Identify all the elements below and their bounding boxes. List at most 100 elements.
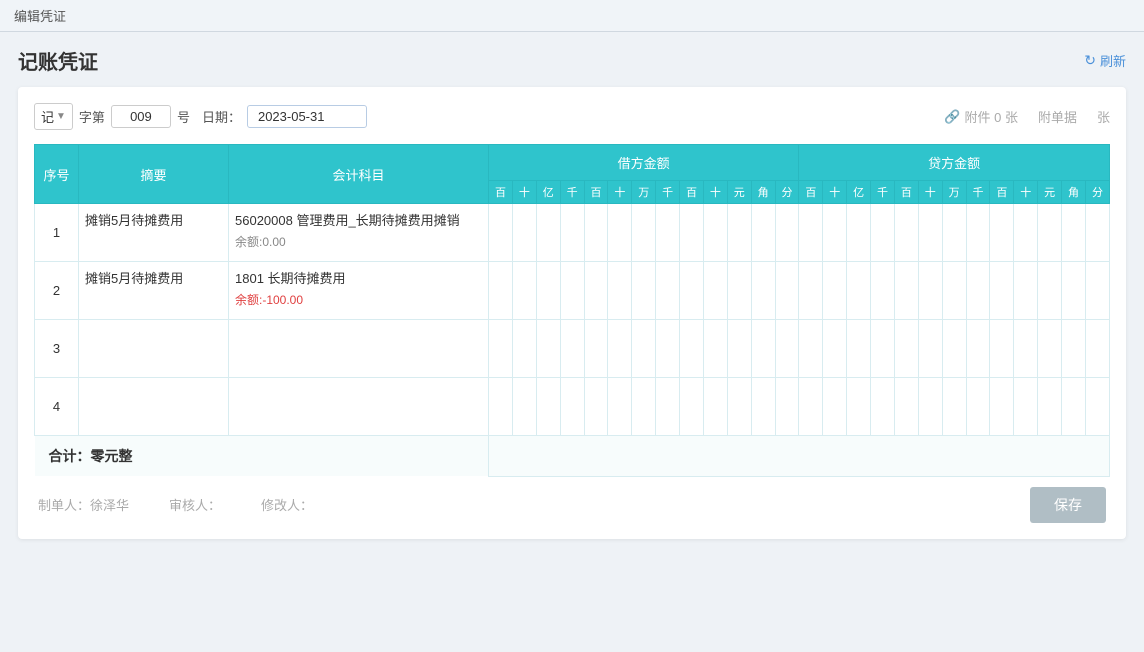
ji-select[interactable]: 记 ▼	[34, 103, 73, 130]
debit-digit-10[interactable]	[703, 320, 727, 378]
debit-digit-11[interactable]	[727, 320, 751, 378]
credit-digit-8[interactable]	[966, 320, 990, 378]
debit-digit-10[interactable]	[703, 262, 727, 320]
credit-digit-1[interactable]	[799, 204, 823, 262]
fudan-link[interactable]: 附单据	[1038, 107, 1077, 126]
credit-digit-2[interactable]	[823, 320, 847, 378]
debit-digit-2[interactable]	[512, 262, 536, 320]
credit-digit-8[interactable]	[966, 262, 990, 320]
debit-digit-11[interactable]	[727, 378, 751, 436]
credit-digit-4[interactable]	[871, 204, 895, 262]
credit-digit-11[interactable]	[1038, 262, 1062, 320]
credit-digit-8[interactable]	[966, 204, 990, 262]
credit-digit-3[interactable]	[847, 320, 871, 378]
voucher-number-input[interactable]	[111, 105, 171, 128]
credit-digit-4[interactable]	[871, 320, 895, 378]
credit-digit-13[interactable]	[1085, 262, 1109, 320]
debit-digit-6[interactable]	[608, 320, 632, 378]
credit-digit-6[interactable]	[918, 204, 942, 262]
credit-digit-1[interactable]	[799, 262, 823, 320]
credit-digit-8[interactable]	[966, 378, 990, 436]
credit-digit-1[interactable]	[799, 378, 823, 436]
credit-digit-1[interactable]	[799, 320, 823, 378]
debit-digit-10[interactable]	[703, 204, 727, 262]
seq-cell[interactable]: 3	[35, 320, 79, 378]
credit-digit-2[interactable]	[823, 378, 847, 436]
credit-digit-12[interactable]	[1062, 204, 1086, 262]
credit-digit-13[interactable]	[1085, 378, 1109, 436]
attach-link[interactable]: 🔗 附件 0 张	[944, 107, 1018, 126]
save-button[interactable]: 保存	[1030, 487, 1106, 523]
debit-digit-5[interactable]	[584, 378, 608, 436]
date-input[interactable]	[247, 105, 367, 128]
debit-digit-12[interactable]	[751, 320, 775, 378]
credit-digit-7[interactable]	[942, 204, 966, 262]
credit-digit-3[interactable]	[847, 204, 871, 262]
debit-digit-7[interactable]	[632, 262, 656, 320]
credit-digit-10[interactable]	[1014, 378, 1038, 436]
account-cell[interactable]: 1801 长期待摊费用余额:-100.00	[229, 262, 489, 320]
credit-digit-4[interactable]	[871, 378, 895, 436]
credit-digit-2[interactable]	[823, 204, 847, 262]
debit-digit-8[interactable]	[656, 204, 680, 262]
credit-digit-5[interactable]	[894, 204, 918, 262]
debit-digit-4[interactable]	[560, 378, 584, 436]
credit-digit-11[interactable]	[1038, 320, 1062, 378]
debit-digit-11[interactable]	[727, 262, 751, 320]
debit-digit-1[interactable]	[489, 320, 513, 378]
refresh-button[interactable]: ↻ 刷新	[1084, 51, 1126, 70]
credit-digit-3[interactable]	[847, 262, 871, 320]
credit-digit-9[interactable]	[990, 378, 1014, 436]
credit-digit-3[interactable]	[847, 378, 871, 436]
debit-digit-2[interactable]	[512, 204, 536, 262]
debit-digit-1[interactable]	[489, 262, 513, 320]
debit-digit-3[interactable]	[536, 204, 560, 262]
debit-digit-5[interactable]	[584, 262, 608, 320]
debit-digit-3[interactable]	[536, 262, 560, 320]
debit-digit-9[interactable]	[680, 378, 704, 436]
debit-digit-2[interactable]	[512, 320, 536, 378]
debit-digit-5[interactable]	[584, 320, 608, 378]
account-cell[interactable]: 56020008 管理费用_长期待摊费用摊销余额:0.00	[229, 204, 489, 262]
debit-digit-6[interactable]	[608, 204, 632, 262]
seq-cell[interactable]: 2	[35, 262, 79, 320]
debit-digit-2[interactable]	[512, 378, 536, 436]
debit-digit-8[interactable]	[656, 320, 680, 378]
debit-digit-4[interactable]	[560, 320, 584, 378]
debit-digit-8[interactable]	[656, 378, 680, 436]
summary-cell[interactable]: 摊销5月待摊费用	[79, 262, 229, 320]
seq-cell[interactable]: 1	[35, 204, 79, 262]
credit-digit-9[interactable]	[990, 262, 1014, 320]
credit-digit-10[interactable]	[1014, 320, 1038, 378]
debit-digit-1[interactable]	[489, 204, 513, 262]
credit-digit-6[interactable]	[918, 262, 942, 320]
credit-digit-13[interactable]	[1085, 320, 1109, 378]
credit-digit-7[interactable]	[942, 320, 966, 378]
debit-digit-3[interactable]	[536, 320, 560, 378]
summary-cell[interactable]: 摊销5月待摊费用	[79, 204, 229, 262]
debit-digit-12[interactable]	[751, 262, 775, 320]
credit-digit-10[interactable]	[1014, 262, 1038, 320]
debit-digit-6[interactable]	[608, 378, 632, 436]
credit-digit-4[interactable]	[871, 262, 895, 320]
debit-digit-9[interactable]	[680, 262, 704, 320]
debit-digit-12[interactable]	[751, 378, 775, 436]
credit-digit-10[interactable]	[1014, 204, 1038, 262]
credit-digit-11[interactable]	[1038, 378, 1062, 436]
credit-digit-7[interactable]	[942, 262, 966, 320]
debit-digit-1[interactable]	[489, 378, 513, 436]
debit-digit-7[interactable]	[632, 204, 656, 262]
account-cell[interactable]	[229, 378, 489, 436]
debit-digit-12[interactable]	[751, 204, 775, 262]
debit-digit-10[interactable]	[703, 378, 727, 436]
debit-digit-11[interactable]	[727, 204, 751, 262]
credit-digit-12[interactable]	[1062, 262, 1086, 320]
credit-digit-5[interactable]	[894, 320, 918, 378]
debit-digit-4[interactable]	[560, 204, 584, 262]
credit-digit-5[interactable]	[894, 262, 918, 320]
debit-digit-13[interactable]	[775, 320, 799, 378]
debit-digit-13[interactable]	[775, 262, 799, 320]
debit-digit-4[interactable]	[560, 262, 584, 320]
credit-digit-6[interactable]	[918, 320, 942, 378]
credit-digit-5[interactable]	[894, 378, 918, 436]
